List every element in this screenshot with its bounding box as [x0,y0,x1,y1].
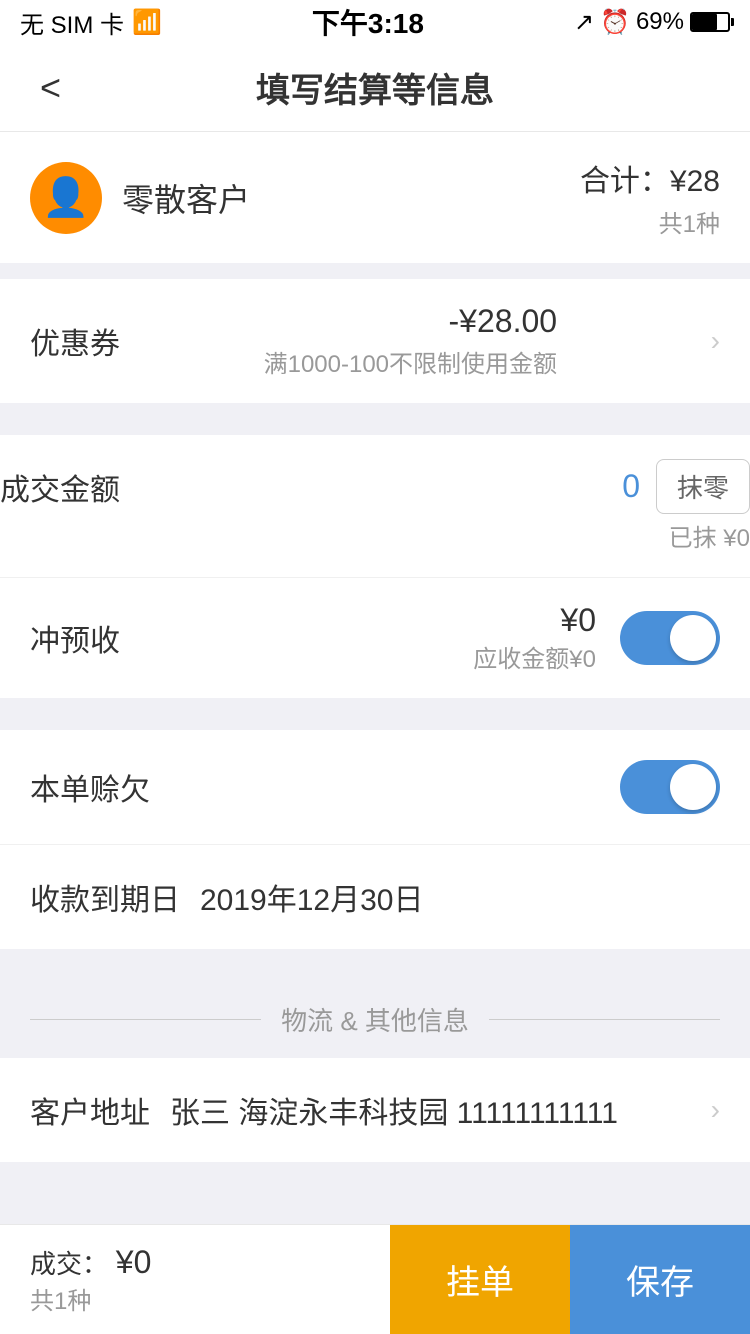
total-count: 共1种 [580,204,720,239]
status-left: 无 SIM 卡 📶 [20,5,162,40]
debt-label: 本单赊欠 [30,765,150,809]
battery-icon [690,12,730,32]
battery-percent: 69% [636,8,684,36]
coupon-desc: 满1000-100不限制使用金额 [264,344,557,379]
address-label: 客户地址 [30,1088,150,1132]
save-button[interactable]: 保存 [570,1225,750,1334]
amount-row: 成交金额 0 抹零 已抹 ¥0 [0,435,750,578]
wifi-icon: 📶 [132,8,162,37]
customer-row: 👤 零散客户 合计：¥28 共1种 [0,132,750,263]
section-gap-1 [0,419,750,435]
location-icon: ↗ [574,8,594,37]
debt-section: 本单赊欠 收款到期日 2019年12月30日 [0,730,750,949]
status-right: ↗ ⏰ 69% [574,8,730,37]
prepay-label: 冲预收 [30,616,120,660]
customer-total: 合计：¥28 共1种 [580,156,720,239]
back-button[interactable]: < [30,57,71,119]
coupon-discount: -¥28.00 [264,303,557,340]
round-button[interactable]: 抹零 [656,459,750,514]
bottom-count: 共1种 [30,1281,360,1316]
address-section: 客户地址 张三 海淀永丰科技园 11111111111 › [0,1058,750,1162]
logistics-section: 物流 & 其他信息 [0,981,750,1058]
hold-button[interactable]: 挂单 [390,1225,570,1334]
due-date-label: 收款到期日 [30,875,180,919]
bottom-trade-value: ¥0 [116,1244,152,1280]
prepay-sub: 应收金额¥0 [473,639,596,674]
address-chevron-icon: › [711,1094,720,1126]
chevron-icon: › [711,325,720,357]
amount-number[interactable]: 0 [622,468,640,505]
nav-bar: < 填写结算等信息 [0,44,750,132]
debt-toggle-circle [670,764,716,810]
customer-left: 👤 零散客户 [30,162,250,234]
amount-right: 0 抹零 已抹 ¥0 [622,459,750,553]
bottom-trade-row: 成交： ¥0 [30,1244,360,1281]
logistics-divider: 物流 & 其他信息 [30,1001,720,1038]
prepay-row: 冲预收 ¥0 应收金额¥0 [0,578,750,698]
coupon-label: 优惠券 [30,319,120,363]
amount-value: 0 抹零 [622,459,750,514]
section-gap-2 [0,714,750,730]
divider-line-left [30,1019,261,1020]
debt-toggle[interactable] [620,760,720,814]
bottom-bar: 成交： ¥0 共1种 挂单 保存 [0,1224,750,1334]
address-row[interactable]: 客户地址 张三 海淀永丰科技园 11111111111 › [0,1058,750,1162]
status-time: 下午3:18 [312,2,424,42]
coupon-section[interactable]: 优惠券 -¥28.00 满1000-100不限制使用金额 › [0,279,750,403]
amount-section: 成交金额 0 抹零 已抹 ¥0 冲预收 ¥0 应收金额¥0 [0,435,750,698]
divider-line-right [489,1019,720,1020]
alarm-icon: ⏰ [600,8,630,37]
prepay-toggle[interactable] [620,611,720,665]
prepay-right: ¥0 应收金额¥0 [473,602,720,674]
section-gap-3 [0,965,750,981]
avatar-icon: 👤 [42,176,89,220]
debt-row: 本单赊欠 [0,730,750,845]
amount-sub: 已抹 ¥0 [622,518,750,553]
due-date-value: 2019年12月30日 [200,875,423,919]
prepay-amounts: ¥0 应收金额¥0 [473,602,596,674]
address-value: 张三 海淀永丰科技园 11111111111 [170,1088,701,1132]
avatar: 👤 [30,162,102,234]
amount-label: 成交金额 [0,459,120,509]
bottom-info: 成交： ¥0 共1种 [0,1244,390,1316]
coupon-right: -¥28.00 满1000-100不限制使用金额 [264,303,557,379]
logistics-label: 物流 & 其他信息 [281,1001,469,1038]
customer-name: 零散客户 [122,175,250,221]
bottom-trade-label: 成交： [30,1249,108,1279]
total-price: 合计：¥28 [580,156,720,200]
prepay-val: ¥0 [473,602,596,639]
toggle-circle [670,615,716,661]
nav-title: 填写结算等信息 [256,63,494,112]
due-date-row: 收款到期日 2019年12月30日 [0,845,750,949]
sim-status: 无 SIM 卡 [20,5,124,40]
status-bar: 无 SIM 卡 📶 下午3:18 ↗ ⏰ 69% [0,0,750,44]
content: 👤 零散客户 合计：¥28 共1种 优惠券 -¥28.00 满1000-100不… [0,132,750,1282]
